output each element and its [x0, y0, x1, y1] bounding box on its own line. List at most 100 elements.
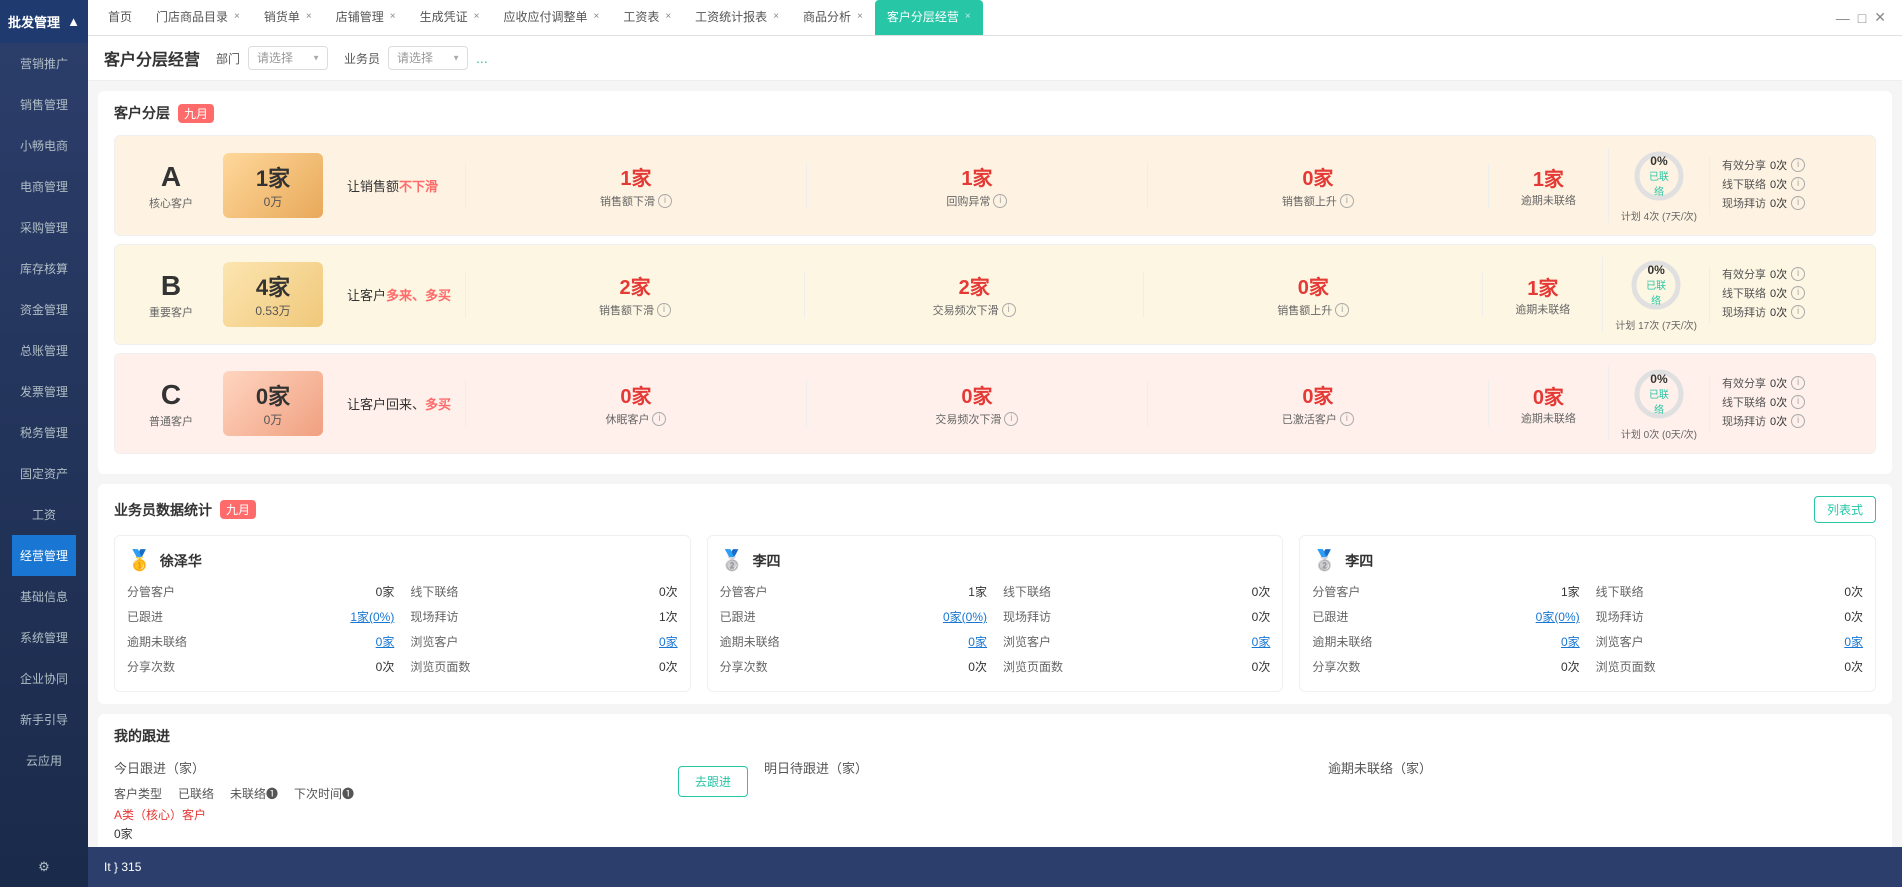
tab-close-shengcheng[interactable]: × [474, 11, 480, 22]
right-stat-info-icon[interactable]: i [1791, 414, 1805, 428]
tier-right-stats-A: 有效分享 0次 i 线下联络 0次 i 现场拜访 0次 i [1709, 157, 1859, 214]
tab-gongzitongji[interactable]: 工资统计报表× [683, 0, 791, 35]
tier-letter-C: C [131, 379, 211, 411]
right-stat-info-icon[interactable]: i [1791, 177, 1805, 191]
tab-dianguanli[interactable]: 店铺管理× [324, 0, 408, 35]
tab-shangpinfenxi[interactable]: 商品分析× [791, 0, 875, 35]
window-maximize-icon[interactable]: □ [1858, 10, 1866, 26]
circle-wrapper-A: 0% 已联络 [1631, 148, 1687, 204]
sidebar-item-fapiao[interactable]: 发票管理 [12, 371, 76, 412]
sidebar-item-zijin[interactable]: 资金管理 [12, 289, 76, 330]
right-stat-info-icon[interactable]: i [1791, 376, 1805, 390]
tab-shengcheng[interactable]: 生成凭证× [408, 0, 492, 35]
info-icon[interactable]: i [657, 303, 671, 317]
sp-stat-row-0-5: 浏览客户 0家 [410, 633, 677, 650]
sp-stats-grid-1: 分管客户 1家 线下联络 0次 已跟进 0家(0%) 现场拜访 0次 逾期未联络… [720, 583, 1271, 679]
sidebar-item-gudingzichan[interactable]: 固定资产 [12, 453, 76, 494]
sidebar-toggle-icon[interactable]: ▲ [67, 14, 80, 29]
sidebar-item-yunyingyong[interactable]: 云应用 [12, 740, 76, 781]
right-stat-line-B-2: 现场拜访 0次 i [1722, 304, 1859, 320]
sidebar-item-kucun[interactable]: 库存核算 [12, 248, 76, 289]
tab-close-gongzitongji[interactable]: × [773, 11, 779, 22]
circle-wrapper-B: 0% 已联络 [1628, 257, 1684, 313]
goto-follow-button[interactable]: 去跟进 [678, 766, 748, 797]
tier-stat-label-A-0: 销售额下滑 i [474, 193, 798, 209]
info-icon[interactable]: i [1340, 412, 1354, 426]
info-icon[interactable]: i [993, 194, 1007, 208]
tier-slogan-B: 让客户多来、多买 [335, 285, 465, 304]
tier-right-stats-C: 有效分享 0次 i 线下联络 0次 i 现场拜访 0次 i [1709, 375, 1859, 432]
list-view-button[interactable]: 列表式 [1814, 496, 1876, 523]
tab-gongzibiao[interactable]: 工资表× [611, 0, 683, 35]
sidebar-gear-icon[interactable]: ⚙ [0, 847, 88, 887]
info-icon[interactable]: i [658, 194, 672, 208]
sidebar-item-jingying[interactable]: 经营管理 [12, 535, 76, 576]
sidebar-item-xitongguanli[interactable]: 系统管理 [12, 617, 76, 658]
circle-linked-C: 已联络 [1645, 386, 1673, 416]
info-icon[interactable]: i [1335, 303, 1349, 317]
window-minimize-icon[interactable]: — [1836, 10, 1850, 26]
dept-select[interactable]: 请选择 [248, 46, 328, 70]
sp-stat-row-0-3: 现场拜访 1次 [410, 608, 677, 625]
sp-name-2: 李四 [1345, 551, 1373, 571]
sidebar-item-jichuxinxi[interactable]: 基础信息 [12, 576, 76, 617]
tier-follow-label-B: 逾期未联络 [1491, 301, 1594, 317]
right-stat-info-icon[interactable]: i [1791, 286, 1805, 300]
tab-close-dianguanli[interactable]: × [390, 11, 396, 22]
right-stat-info-icon[interactable]: i [1791, 196, 1805, 210]
info-icon[interactable]: i [1002, 303, 1016, 317]
tier-count-wan-B: 0.53万 [239, 302, 307, 319]
sidebar-item-xiaoshou[interactable]: 销售管理 [12, 84, 76, 125]
sidebar-item-xinshouyindao[interactable]: 新手引导 [12, 699, 76, 740]
sidebar-header[interactable]: 批发管理 ▲ [0, 0, 88, 43]
circle-text-C: 0% 已联络 [1645, 372, 1673, 416]
tab-xiaoshoudan[interactable]: 销货单× [252, 0, 324, 35]
window-close-icon[interactable]: ✕ [1874, 9, 1886, 26]
more-button[interactable]: ... [476, 50, 488, 66]
sp-medal-1: 🥈 [720, 548, 745, 573]
sidebar-item-shuiwu[interactable]: 税务管理 [12, 412, 76, 453]
page-title: 客户分层经营 [104, 46, 200, 70]
tab-close-shangpin[interactable]: × [234, 11, 240, 22]
sp-name-row-2: 🥈 李四 [1312, 548, 1863, 573]
tier-stat-num-C-1: 0家 [815, 380, 1139, 409]
info-icon[interactable]: i [652, 412, 666, 426]
tier-count-wan-C: 0万 [239, 411, 307, 428]
staff-select-wrapper: 请选择 [388, 46, 468, 70]
tomorrow-follow-title: 明日待跟进（家） [764, 758, 1312, 777]
staff-select[interactable]: 请选择 [388, 46, 468, 70]
tab-close-shangpinfenxi[interactable]: × [857, 11, 863, 22]
right-stat-info-icon[interactable]: i [1791, 395, 1805, 409]
sidebar-item-yingxiao[interactable]: 营销推广 [12, 43, 76, 84]
sidebar-item-gongzi[interactable]: 工资 [12, 494, 76, 535]
right-stat-info-icon[interactable]: i [1791, 158, 1805, 172]
tier-count-num-B: 4家 [239, 270, 307, 302]
right-stat-label-B-2: 现场拜访 [1722, 304, 1766, 320]
tab-yingshouyingfu[interactable]: 应收应付调整单× [491, 0, 611, 35]
sidebar-item-qiyexieyong[interactable]: 企业协同 [12, 658, 76, 699]
salesperson-grid: 🥇 徐泽华 分管客户 0家 线下联络 0次 已跟进 1家(0%) 现场拜访 1次 [114, 535, 1876, 692]
right-stat-label-B-0: 有效分享 [1722, 266, 1766, 282]
tab-close-kehufenceng[interactable]: × [965, 11, 971, 22]
right-stat-line-B-0: 有效分享 0次 i [1722, 266, 1859, 282]
right-stat-info-icon[interactable]: i [1791, 267, 1805, 281]
sidebar-item-caigou[interactable]: 采购管理 [12, 207, 76, 248]
salesperson-card-0: 🥇 徐泽华 分管客户 0家 线下联络 0次 已跟进 1家(0%) 现场拜访 1次 [114, 535, 691, 692]
sidebar-item-dianshang[interactable]: 电商管理 [12, 166, 76, 207]
tab-close-yingshouyingfu[interactable]: × [593, 11, 599, 22]
sidebar-item-zhangzhang[interactable]: 总账管理 [12, 330, 76, 371]
tab-shangpin[interactable]: 门店商品目录× [144, 0, 252, 35]
right-stat-info-icon[interactable]: i [1791, 305, 1805, 319]
sp-stat-row-0-2: 已跟进 1家(0%) [127, 608, 394, 625]
tab-bar: 首页门店商品目录×销货单×店铺管理×生成凭证×应收应付调整单×工资表×工资统计报… [88, 0, 1902, 36]
tier-stat-num-B-2: 0家 [1152, 271, 1474, 300]
tab-close-gongzibiao[interactable]: × [665, 11, 671, 22]
my-follow-section: 我的跟进 今日跟进（家） 客户类型 已联络 未联络❶ 下次时间❶ A类（核心）客… [98, 714, 1892, 847]
info-icon[interactable]: i [1340, 194, 1354, 208]
tab-home[interactable]: 首页 [96, 0, 144, 35]
info-icon[interactable]: i [1004, 412, 1018, 426]
sidebar-item-xiaodian[interactable]: 小畅电商 [12, 125, 76, 166]
tab-kehufenceng[interactable]: 客户分层经营× [875, 0, 983, 35]
tier-stat-num-B-0: 2家 [474, 271, 796, 300]
tab-close-xiaoshoudan[interactable]: × [306, 11, 312, 22]
